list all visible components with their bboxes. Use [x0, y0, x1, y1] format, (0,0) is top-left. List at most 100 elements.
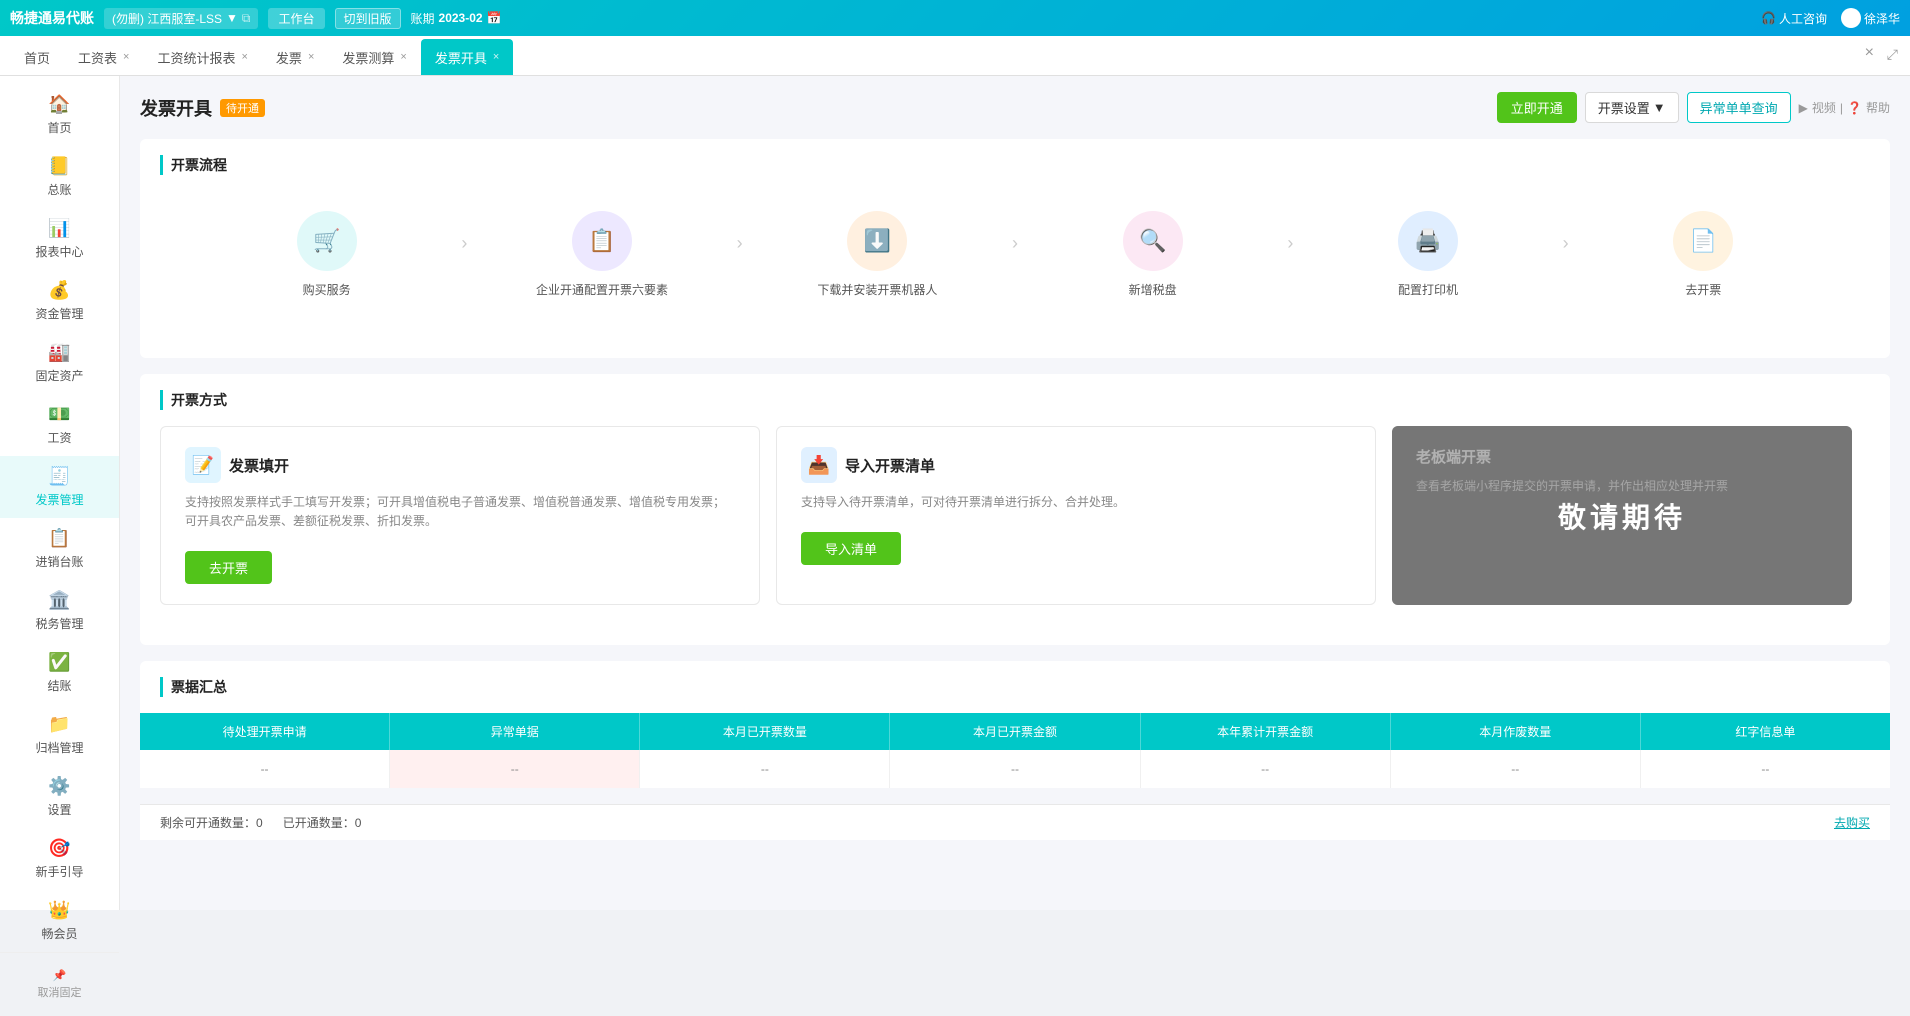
summary-col-4: 本年累计开票金额	[1141, 713, 1391, 750]
summary-table-header: 待处理开票申请 异常单据 本月已开票数量 本月已开票金额 本年累计开票金额 本月…	[140, 713, 1890, 750]
tab-invoice-issue-close[interactable]: ×	[493, 51, 499, 63]
tab-invoice[interactable]: 发票 ×	[262, 39, 328, 75]
import-list-icon: 📥	[801, 447, 837, 483]
import-list-btn[interactable]: 导入清单	[801, 532, 901, 565]
page-title-row: 发票开具 待开通	[140, 95, 265, 121]
flow-step-3-label: 下载并安装开票机器人	[817, 281, 937, 298]
tab-invoice-close[interactable]: ×	[308, 51, 314, 63]
sidebar-item-salary[interactable]: 💵 工资	[0, 394, 119, 456]
content-area: 发票开具 待开通 立即开通 开票设置 ▼ 异常单单查询 ▶ 视频 | ❓ 帮助	[120, 76, 1910, 910]
sidebar-item-vip[interactable]: 👑 畅会员	[0, 890, 119, 952]
pin-btn[interactable]: 📌 取消固定	[0, 961, 119, 1008]
flow-step-5[interactable]: 🖨️ 配置打印机	[1301, 211, 1554, 298]
flow-step-1-icon: 🛒	[297, 211, 357, 271]
flow-step-1[interactable]: 🛒 购买服务	[200, 211, 453, 298]
workstation-btn[interactable]: 工作台	[268, 8, 324, 29]
top-bar-left: 畅捷通易代账 (勿删) 江西服室-LSS ▼ ⧉ 工作台 切到旧版 账期 202…	[10, 8, 502, 29]
flow-step-6[interactable]: 📄 去开票	[1577, 211, 1830, 298]
flow-step-5-icon: 🖨️	[1398, 211, 1458, 271]
sidebar-item-reports-label: 报表中心	[35, 243, 83, 260]
tabs-close-all-btn[interactable]: ×	[1865, 44, 1874, 62]
manual-fill-icon: 📝	[185, 447, 221, 483]
sidebar-item-home-label: 首页	[47, 119, 71, 136]
summary-section: 票据汇总 待处理开票申请 异常单据 本月已开票数量 本月已开票金额 本年累计开票…	[140, 661, 1890, 788]
instant-open-btn[interactable]: 立即开通	[1497, 92, 1577, 123]
sidebar-item-ledger[interactable]: 📒 总账	[0, 146, 119, 208]
ledger-icon: 📒	[48, 156, 70, 177]
summary-cell-2: --	[640, 750, 890, 788]
sidebar-item-settings[interactable]: ⚙️ 设置	[0, 766, 119, 828]
tab-home-label: 首页	[24, 48, 50, 67]
top-bar-right: 🎧 人工咨询 徐泽华	[1761, 8, 1900, 28]
tab-salary-label: 工资表	[78, 48, 117, 67]
flow-step-4-label: 新增税盘	[1129, 281, 1177, 298]
sidebar-item-sales[interactable]: 📋 进销台账	[0, 518, 119, 580]
flow-arrow-2: ›	[737, 233, 743, 276]
flow-section: 开票流程 🛒 购买服务 › 📋 企业开通配置开票六要素 › ⬇️ 下载并安装开票…	[140, 139, 1890, 358]
sidebar-item-ledger-label: 总账	[47, 181, 71, 198]
user-avatar[interactable]: 徐泽华	[1841, 8, 1900, 28]
help-icon: ❓	[1847, 101, 1862, 115]
flow-step-3[interactable]: ⬇️ 下载并安装开票机器人	[751, 211, 1004, 298]
flow-step-1-label: 购买服务	[303, 281, 351, 298]
tab-salary[interactable]: 工资表 ×	[64, 39, 143, 75]
coming-soon-overlay: 敬请期待	[1392, 426, 1852, 605]
sidebar-item-guide[interactable]: 🎯 新手引导	[0, 828, 119, 890]
copy-icon[interactable]: ⧉	[242, 11, 251, 26]
period-selector[interactable]: 账期 2023-02 📅	[411, 10, 502, 27]
tab-salary-stats[interactable]: 工资统计报表 ×	[143, 39, 261, 75]
sidebar-item-checkout[interactable]: ✅ 结账	[0, 642, 119, 704]
sidebar-item-vip-label: 畅会员	[41, 925, 77, 942]
sidebar-item-archive[interactable]: 📁 归档管理	[0, 704, 119, 766]
sidebar-item-home[interactable]: 🏠 首页	[0, 84, 119, 146]
manual-fill-title: 📝 发票填开	[185, 447, 735, 483]
tab-invoice-calc[interactable]: 发票测算 ×	[328, 39, 420, 75]
tab-salary-stats-close[interactable]: ×	[241, 51, 247, 63]
flow-arrow-1: ›	[461, 233, 467, 276]
sidebar-item-assets[interactable]: 🏭 固定资产	[0, 332, 119, 394]
tab-salary-close[interactable]: ×	[123, 51, 129, 63]
summary-cell-5: --	[1391, 750, 1641, 788]
sidebar-item-reports[interactable]: 📊 报表中心	[0, 208, 119, 270]
summary-cell-3: --	[890, 750, 1140, 788]
flow-step-4[interactable]: 🔍 新增税盘	[1026, 211, 1279, 298]
remaining-label: 剩余可开通数量：0	[160, 814, 263, 831]
sidebar: 🏠 首页 📒 总账 📊 报表中心 💰 资金管理 🏭 固定资产 💵 工资 🧾 发票…	[0, 76, 120, 910]
company-dropdown-icon[interactable]: ▼	[226, 11, 238, 25]
goto-buy-link[interactable]: 去购买	[1834, 814, 1870, 831]
period-calendar-icon[interactable]: 📅	[487, 11, 502, 25]
settings-icon: ⚙️	[48, 776, 70, 797]
flow-step-2[interactable]: 📋 企业开通配置开票六要素	[475, 211, 728, 298]
manual-fill-btn[interactable]: 去开票	[185, 551, 272, 584]
switch-version-btn[interactable]: 切到旧版	[335, 8, 401, 29]
footer-left: 剩余可开通数量：0 已开通数量：0	[160, 814, 361, 831]
summary-cell-1: --	[390, 750, 640, 788]
abnormal-query-btn[interactable]: 异常单单查询	[1687, 92, 1791, 123]
summary-col-6: 红字信息单	[1641, 713, 1890, 750]
page-actions: 立即开通 开票设置 ▼ 异常单单查询 ▶ 视频 | ❓ 帮助	[1497, 92, 1890, 123]
period-value: 2023-02	[439, 11, 483, 25]
sidebar-item-assets-label: 固定资产	[35, 367, 83, 384]
billing-methods-section: 开票方式 📝 发票填开 支持按照发票样式手工填写开发票；可开具增值税电子普通发票…	[140, 374, 1890, 645]
tab-home[interactable]: 首页	[10, 39, 64, 75]
summary-col-0: 待处理开票申请	[140, 713, 390, 750]
sidebar-item-tax[interactable]: 🏛️ 税务管理	[0, 580, 119, 642]
import-list-title: 📥 导入开票清单	[801, 447, 1351, 483]
sidebar-item-salary-label: 工资	[47, 429, 71, 446]
home-icon: 🏠	[48, 94, 70, 115]
open-settings-btn[interactable]: 开票设置 ▼	[1585, 92, 1679, 123]
guide-icon: 🎯	[48, 838, 70, 859]
sidebar-item-finance[interactable]: 💰 资金管理	[0, 270, 119, 332]
sidebar-item-invoice-mgmt[interactable]: 🧾 发票管理	[0, 456, 119, 518]
video-icon: ▶	[1799, 101, 1808, 115]
flow-arrow-4: ›	[1287, 233, 1293, 276]
billing-methods-title: 开票方式	[160, 390, 1870, 410]
company-selector[interactable]: (勿删) 江西服室-LSS ▼ ⧉	[104, 8, 258, 29]
tab-invoice-calc-close[interactable]: ×	[400, 51, 406, 63]
nav-tabs-row: 首页 工资表 × 工资统计报表 × 发票 × 发票测算 × 发票开具 × × ⤢	[0, 36, 1910, 76]
tab-invoice-issue[interactable]: 发票开具 ×	[421, 39, 513, 75]
customer-service-btn[interactable]: 🎧 人工咨询	[1761, 10, 1827, 27]
summary-col-2: 本月已开票数量	[640, 713, 890, 750]
tabs-resize-btn[interactable]: ⤢	[1887, 46, 1898, 63]
settings-dropdown-icon: ▼	[1653, 100, 1666, 115]
